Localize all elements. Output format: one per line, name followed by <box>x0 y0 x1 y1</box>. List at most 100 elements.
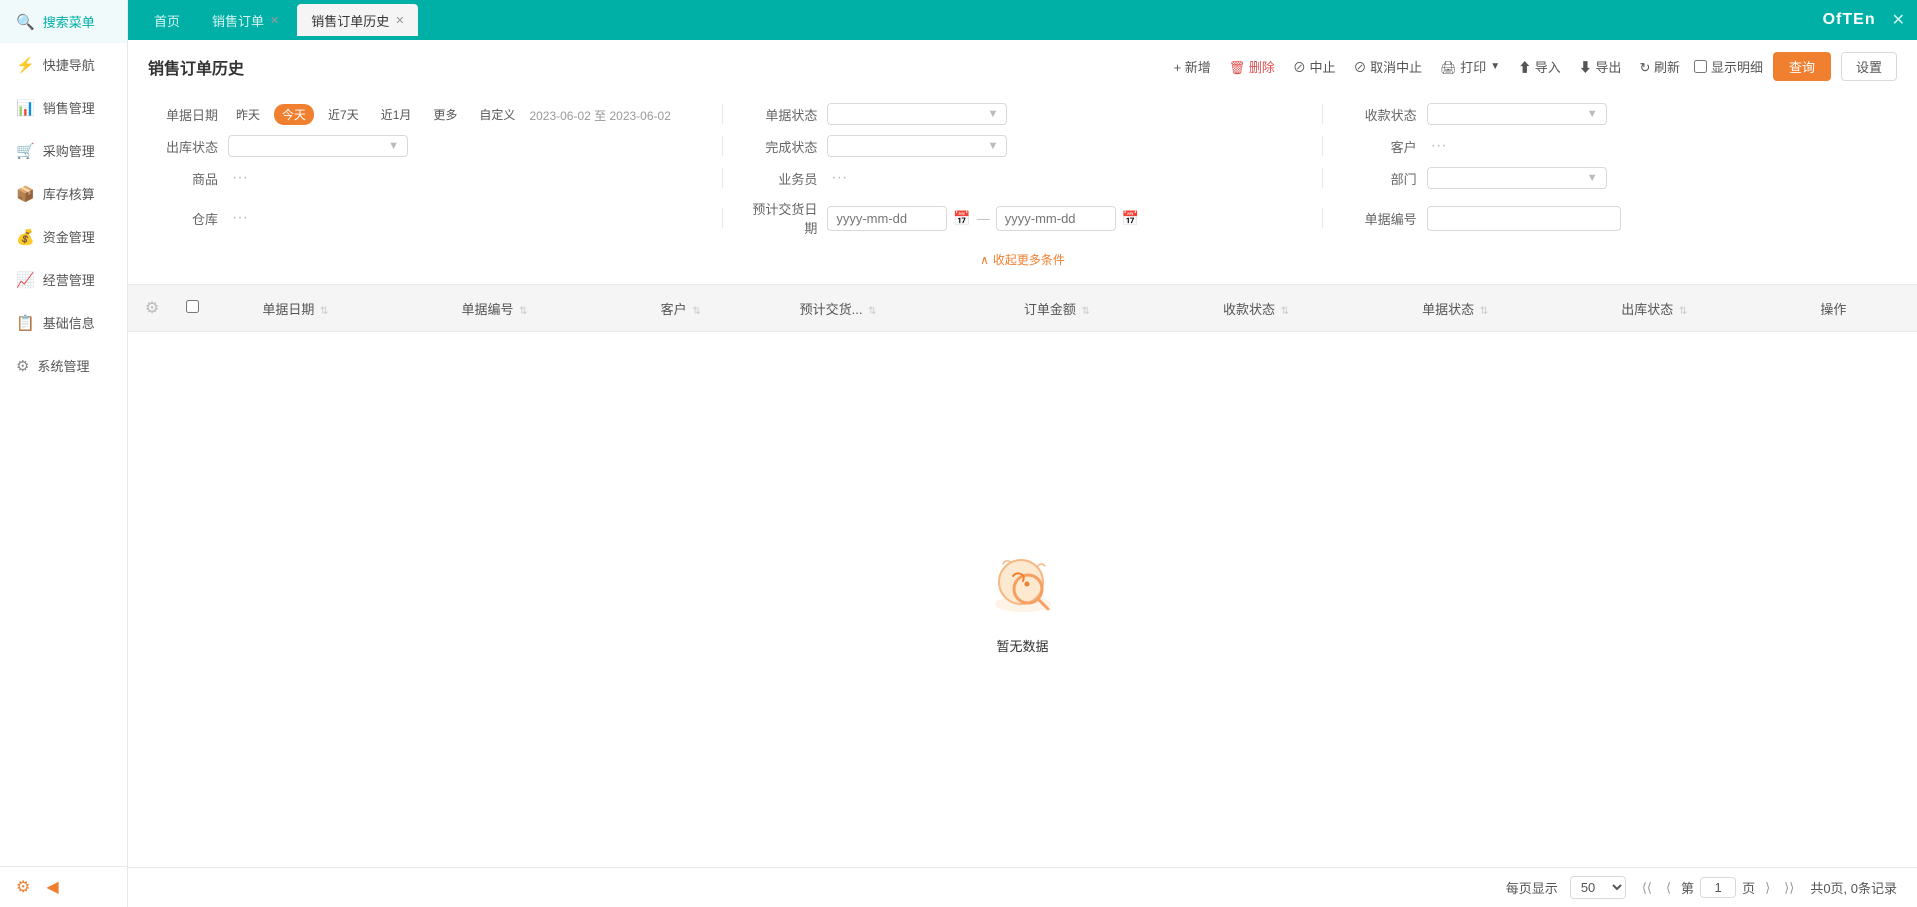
complete-status-label: 完成状态 <box>747 137 827 156</box>
date-filter: 昨天 今天 近7天 近1月 更多 自定义 2023-06-02 至 2023-0… <box>228 104 671 125</box>
delivery-date-end[interactable] <box>996 206 1116 231</box>
divider-2 <box>1322 104 1323 124</box>
stop-btn[interactable]: ⊘ 中止 <box>1289 55 1340 78</box>
page-prev-btn[interactable]: ⟨ <box>1662 878 1675 898</box>
col-delivery[interactable]: 预计交货... ⇅ <box>790 285 1014 332</box>
display-toggle-checkbox[interactable] <box>1694 60 1707 73</box>
query-btn[interactable]: 查询 <box>1773 52 1831 81</box>
sidebar-item-inventory[interactable]: 📦 库存核算 <box>0 172 127 215</box>
date-more-btn[interactable]: 更多 <box>425 104 465 125</box>
sidebar-item-search[interactable]: 🔍 搜索菜单 <box>0 0 127 43</box>
page-label-before: 第 <box>1681 878 1694 897</box>
warehouse-dots-btn[interactable]: ··· <box>228 209 252 227</box>
collection-status-select[interactable]: ▼ <box>1427 103 1607 125</box>
col-delivery-status-sort: ⇅ <box>1679 306 1687 317</box>
goods-label: 商品 <box>148 169 228 188</box>
data-table: ⚙ 单据日期 ⇅ 单据编号 ⇅ <box>128 285 1917 332</box>
dept-select[interactable]: ▼ <box>1427 167 1607 189</box>
import-btn[interactable]: ⬆ 导入 <box>1514 55 1565 78</box>
page-last-btn[interactable]: ⟩⟩ <box>1780 878 1798 898</box>
delivery-date-start[interactable] <box>827 206 947 231</box>
content-area: 销售订单历史 + 新增 🗑 删除 ⊘ 中止 ⊘ 取消中止 🖨 <box>128 40 1917 907</box>
sidebar-item-finance[interactable]: 💰 资金管理 <box>0 215 127 258</box>
dept-label: 部门 <box>1347 169 1427 188</box>
sidebar-item-operations[interactable]: 📈 经营管理 <box>0 258 127 301</box>
date-today-btn[interactable]: 今天 <box>274 104 314 125</box>
print-btn[interactable]: 🖨 打印 ▼ <box>1436 55 1504 78</box>
col-date[interactable]: 单据日期 ⇅ <box>252 285 451 332</box>
collapse-bar[interactable]: ∧ 收起更多条件 <box>148 247 1897 276</box>
tab-sales-order[interactable]: 销售订单 ✕ <box>198 4 293 36</box>
complete-status-chevron: ▼ <box>987 140 998 152</box>
date-yesterday-btn[interactable]: 昨天 <box>228 104 268 125</box>
sidebar-item-sales-label: 销售管理 <box>43 98 95 117</box>
col-no[interactable]: 单据编号 ⇅ <box>452 285 651 332</box>
display-toggle-label: 显示明细 <box>1711 57 1763 76</box>
cancel-stop-btn[interactable]: ⊘ 取消中止 <box>1350 55 1427 78</box>
main-area: 首页 销售订单 ✕ 销售订单历史 ✕ OfTEn ✕ 销售订单历史 + 新增 <box>128 0 1917 907</box>
display-toggle[interactable]: 显示明细 <box>1694 57 1763 76</box>
select-all-checkbox[interactable] <box>186 300 199 313</box>
new-btn-label: + 新增 <box>1174 57 1211 76</box>
brand-label: OfTEn <box>1823 11 1876 29</box>
refresh-btn[interactable]: ↻ 刷新 <box>1635 55 1684 78</box>
sidebar-collapse-btn[interactable]: ◀ <box>46 877 58 897</box>
page-next-btn[interactable]: ⟩ <box>1761 878 1774 898</box>
doc-status-label: 单据状态 <box>747 105 827 124</box>
doc-no-input[interactable] <box>1427 206 1621 231</box>
date-custom-btn[interactable]: 自定义 <box>471 104 523 125</box>
page-first-btn[interactable]: ⟨⟨ <box>1638 878 1656 898</box>
sidebar-settings-btn[interactable]: ⚙ <box>16 877 30 897</box>
settings-btn[interactable]: 设置 <box>1841 52 1897 81</box>
table-settings-gear[interactable]: ⚙ <box>138 294 166 322</box>
tab-home[interactable]: 首页 <box>140 4 194 36</box>
col-collection[interactable]: 收款状态 ⇅ <box>1213 285 1412 332</box>
col-no-sort: ⇅ <box>519 306 527 317</box>
delivery-status-select[interactable]: ▼ <box>228 135 408 157</box>
customer-control: ··· <box>1427 137 1897 155</box>
col-amount[interactable]: 订单金额 ⇅ <box>1014 285 1213 332</box>
delivery-status-chevron: ▼ <box>388 140 399 152</box>
sidebar-item-quick-nav[interactable]: ⚡ 快捷导航 <box>0 43 127 86</box>
export-btn[interactable]: ⬇ 导出 <box>1575 55 1626 78</box>
export-btn-label: ⬇ 导出 <box>1579 57 1622 76</box>
salesperson-dots-btn[interactable]: ··· <box>827 169 851 187</box>
sidebar-item-sys-mgmt[interactable]: ⚙ 系统管理 <box>0 344 127 387</box>
tab-sales-order-history-label: 销售订单历史 <box>311 11 389 30</box>
page-input[interactable] <box>1700 877 1736 898</box>
date-1month-btn[interactable]: 近1月 <box>373 104 420 125</box>
delete-btn[interactable]: 🗑 删除 <box>1225 55 1279 78</box>
toolbar: + 新增 🗑 删除 ⊘ 中止 ⊘ 取消中止 🖨 打印 ▼ <box>1170 52 1897 81</box>
col-doc-status[interactable]: 单据状态 ⇅ <box>1412 285 1611 332</box>
complete-status-select[interactable]: ▼ <box>827 135 1007 157</box>
date-7days-btn[interactable]: 近7天 <box>320 104 367 125</box>
tab-sales-order-close[interactable]: ✕ <box>270 14 279 27</box>
page-size-select[interactable]: 50 10 20 100 <box>1570 876 1626 899</box>
import-btn-label: ⬆ 导入 <box>1518 57 1561 76</box>
col-delivery-status[interactable]: 出库状态 ⇅ <box>1611 285 1810 332</box>
total-text: 共0页, 0条记录 <box>1810 878 1897 897</box>
new-btn[interactable]: + 新增 <box>1170 55 1215 78</box>
goods-dots-btn[interactable]: ··· <box>228 169 252 187</box>
sidebar-item-purchase[interactable]: 🛒 采购管理 <box>0 129 127 172</box>
delivery-date-end-icon[interactable]: 📅 <box>1122 210 1139 227</box>
doc-no-control <box>1427 206 1897 231</box>
doc-status-select[interactable]: ▼ <box>827 103 1007 125</box>
tab-sales-order-history-close[interactable]: ✕ <box>395 14 404 27</box>
complete-status-control: ▼ <box>827 135 1297 157</box>
delivery-status-label: 出库状态 <box>148 137 228 156</box>
col-customer[interactable]: 客户 ⇅ <box>651 285 790 332</box>
delivery-date-start-icon[interactable]: 📅 <box>953 210 970 227</box>
customer-dots-btn[interactable]: ··· <box>1427 137 1451 155</box>
topbar-right: OfTEn ✕ <box>1823 10 1905 30</box>
table-container: ⚙ 单据日期 ⇅ 单据编号 ⇅ <box>128 285 1917 867</box>
topbar-close-btn[interactable]: ✕ <box>1892 10 1905 30</box>
sidebar-item-sales[interactable]: 📊 销售管理 <box>0 86 127 129</box>
sidebar-item-basic-info[interactable]: 📋 基础信息 <box>0 301 127 344</box>
date-filter-label: 单据日期 <box>148 105 228 124</box>
delivery-date-control: 📅 — 📅 <box>827 206 1297 231</box>
collapse-arrow: ∧ <box>980 253 989 267</box>
tab-sales-order-history[interactable]: 销售订单历史 ✕ <box>297 4 418 36</box>
filter-row-2: 出库状态 ▼ 完成状态 ▼ <box>148 135 1897 157</box>
dept-chevron: ▼ <box>1587 172 1598 184</box>
